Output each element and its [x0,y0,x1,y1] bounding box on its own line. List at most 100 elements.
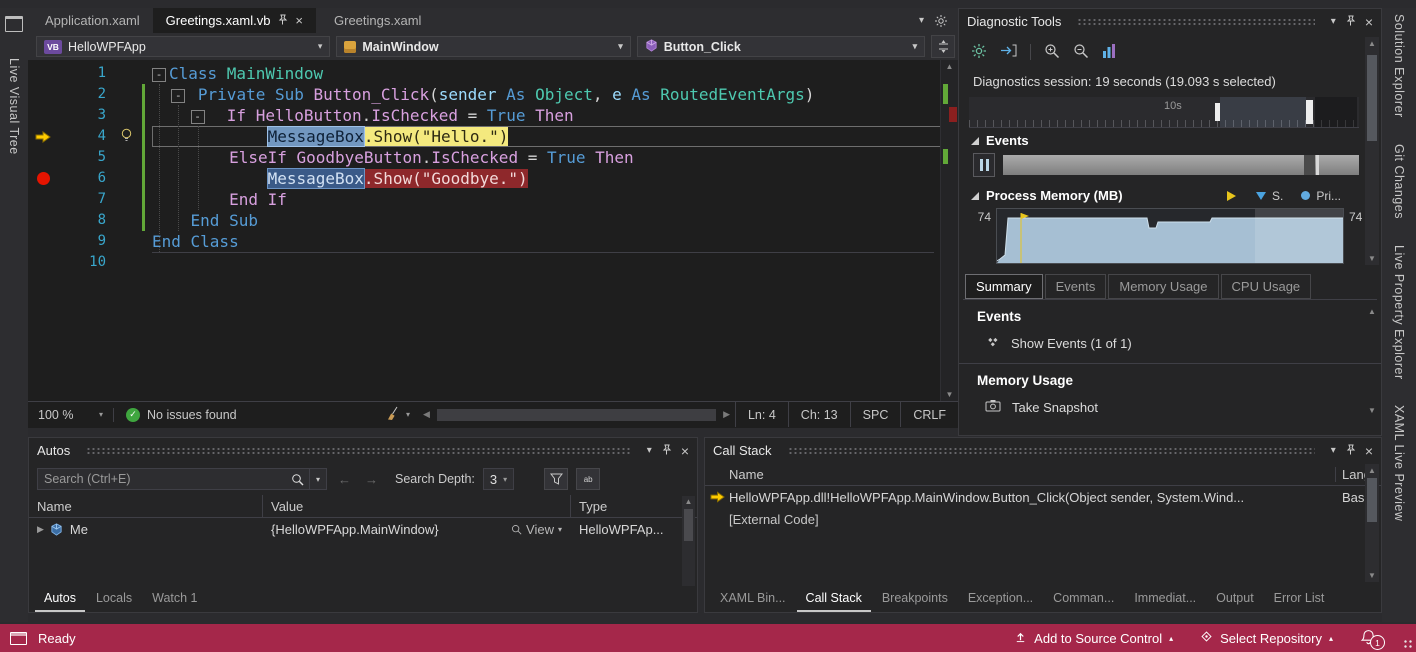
drag-grip[interactable] [788,447,1315,454]
panel-header[interactable]: Autos ▾ × [29,438,697,463]
pin-icon[interactable] [277,13,288,28]
call-stack-tab[interactable]: Call Stack [797,586,871,612]
current-statement-arrow-icon[interactable] [28,126,58,147]
call-stack-tab[interactable]: Error List [1265,586,1334,612]
project-dropdown[interactable]: VB HelloWPFApp ▾ [36,36,330,57]
diagnostics-tab[interactable]: Events [1045,274,1107,299]
events-bar[interactable] [1003,155,1359,175]
breakpoint-gutter[interactable] [28,105,58,126]
pin-icon[interactable] [1345,14,1356,29]
zoom-select[interactable]: 100 % ▾ [28,408,114,422]
member-dropdown[interactable]: Button_Click ▾ [637,36,925,57]
background-tasks-icon[interactable] [10,632,27,645]
reset-zoom-chart-icon[interactable] [1102,43,1118,62]
breakpoint-icon[interactable] [28,168,58,189]
search-options-chevron-icon[interactable]: ▾ [309,469,326,489]
expander-icon[interactable]: ▶ [37,524,44,535]
scroll-down-icon[interactable]: ▼ [941,390,958,399]
text-visualizer-icon[interactable]: ab [576,468,600,490]
select-repository-button[interactable]: Select Repository ▴ [1200,630,1333,646]
column-header-name[interactable]: Name [29,495,263,517]
line-ending-indicator[interactable]: CRLF [900,402,958,427]
selection-handle-left[interactable] [1215,103,1220,121]
show-events-button[interactable]: Show Events (1 of 1) [959,328,1381,359]
resize-grip-icon[interactable] [1403,639,1413,649]
code-cleanup-button[interactable]: ▾ [377,406,418,424]
scroll-up-icon[interactable]: ▲ [941,62,958,71]
zoom-out-icon[interactable] [1073,43,1089,62]
scroll-up-icon[interactable]: ▲ [1365,307,1379,316]
drag-grip[interactable] [1077,18,1314,25]
drag-grip[interactable] [86,447,631,454]
diagnostics-tab[interactable]: CPU Usage [1221,274,1312,299]
call-stack-tab[interactable]: Breakpoints [873,586,957,612]
events-section-header[interactable]: Events [959,128,1381,151]
call-stack-scrollbar[interactable]: ▲ ▼ [1365,464,1379,582]
diagnostics-tab[interactable]: Summary [965,274,1043,299]
close-icon[interactable]: × [295,14,303,27]
fold-collapse-icon[interactable]: - [191,110,205,124]
navbar-split-icon[interactable] [931,35,955,58]
timeline-ruler[interactable]: 10s [969,97,1359,128]
export-icon[interactable] [1000,43,1017,61]
tool-window-tab[interactable]: Git Changes [1392,144,1406,219]
pin-icon[interactable] [661,443,672,458]
breakpoint-gutter[interactable] [28,210,58,231]
tool-window-tab-live-visual-tree[interactable]: Live Visual Tree [7,58,21,155]
back-arrow-icon[interactable]: ← [335,472,354,487]
autos-tab[interactable]: Locals [87,586,141,612]
breakpoint-gutter[interactable] [28,147,58,168]
window-position-chevron-icon[interactable]: ▾ [1331,445,1336,456]
search-input[interactable] [38,472,291,486]
tab-greetings-xaml-vb[interactable]: Greetings.xaml.vb × [153,8,316,33]
variable-row[interactable]: ▶ Me {HelloWPFApp.MainWindow} View ▾ Hel… [29,518,697,541]
tab-options-gear-icon[interactable] [935,8,947,33]
events-track-icon[interactable] [973,153,995,177]
code-line-7[interactable]: 7 End If [28,189,958,210]
call-stack-tab[interactable]: Exception... [959,586,1042,612]
memory-section-header[interactable]: Process Memory (MB) S. Pri... [959,183,1381,206]
zoom-in-icon[interactable] [1044,43,1060,62]
timeline-selection[interactable] [1220,97,1306,127]
code-line-3[interactable]: 3 - If HelloButton.IsChecked = True Then [28,105,958,126]
scroll-up-icon[interactable]: ▲ [1365,466,1379,475]
code-line-1[interactable]: 1-Class MainWindow [28,63,958,84]
panel-header[interactable]: Call Stack ▾ × [705,438,1381,463]
breakpoint-gutter[interactable] [28,189,58,210]
tool-window-tab[interactable]: Live Property Explorer [1392,245,1406,380]
code-line-5[interactable]: 5 ElseIf GoodbyeButton.IsChecked = True … [28,147,958,168]
code-editor[interactable]: 1-Class MainWindow2 - Private Sub Button… [28,60,958,401]
code-line-9[interactable]: 9End Class [28,231,958,252]
close-icon[interactable]: × [1365,444,1373,458]
scroll-up-icon[interactable]: ▲ [1365,39,1379,48]
stack-frame-row[interactable]: HelloWPFApp.dll!HelloWPFApp.MainWindow.B… [705,486,1381,508]
scroll-down-icon[interactable]: ▼ [1365,254,1379,263]
search-depth-select[interactable]: 3 ▾ [483,468,514,490]
search-box[interactable]: ▾ [37,468,327,490]
diagnostics-tab[interactable]: Memory Usage [1108,274,1218,299]
type-dropdown[interactable]: MainWindow ▾ [336,36,630,57]
breakpoint-gutter[interactable] [28,84,58,105]
scroll-down-icon[interactable]: ▼ [1365,406,1379,415]
search-icon[interactable] [291,473,309,486]
code-line-4[interactable]: 4 MessageBox.Show("Hello.") [28,126,958,147]
autos-tab[interactable]: Watch 1 [143,586,206,612]
scroll-left-icon[interactable]: ◀ [418,409,435,420]
tool-window-tab[interactable]: XAML Live Preview [1392,405,1406,521]
breakpoint-gutter[interactable] [28,63,58,84]
fold-collapse-icon[interactable]: - [152,68,166,82]
editor-horizontal-scrollbar[interactable] [437,409,716,421]
view-button[interactable]: View ▾ [511,522,562,537]
breakpoint-gutter[interactable] [28,231,58,252]
call-stack-tab[interactable]: Comman... [1044,586,1123,612]
summary-scrollbar[interactable]: ▲ ▼ [1365,305,1379,417]
column-header-name[interactable]: Name [729,467,1335,482]
memory-chart[interactable] [996,208,1344,264]
panel-header[interactable]: Diagnostic Tools ▾ × [959,9,1381,34]
tool-window-tab[interactable]: Solution Explorer [1392,14,1406,118]
quick-actions-lightbulb-icon[interactable] [118,127,135,147]
selection-handle-right[interactable] [1306,100,1313,124]
autos-tab[interactable]: Autos [35,586,85,612]
tab-application-xaml[interactable]: Application.xaml [32,8,153,33]
fold-collapse-icon[interactable]: - [171,89,185,103]
